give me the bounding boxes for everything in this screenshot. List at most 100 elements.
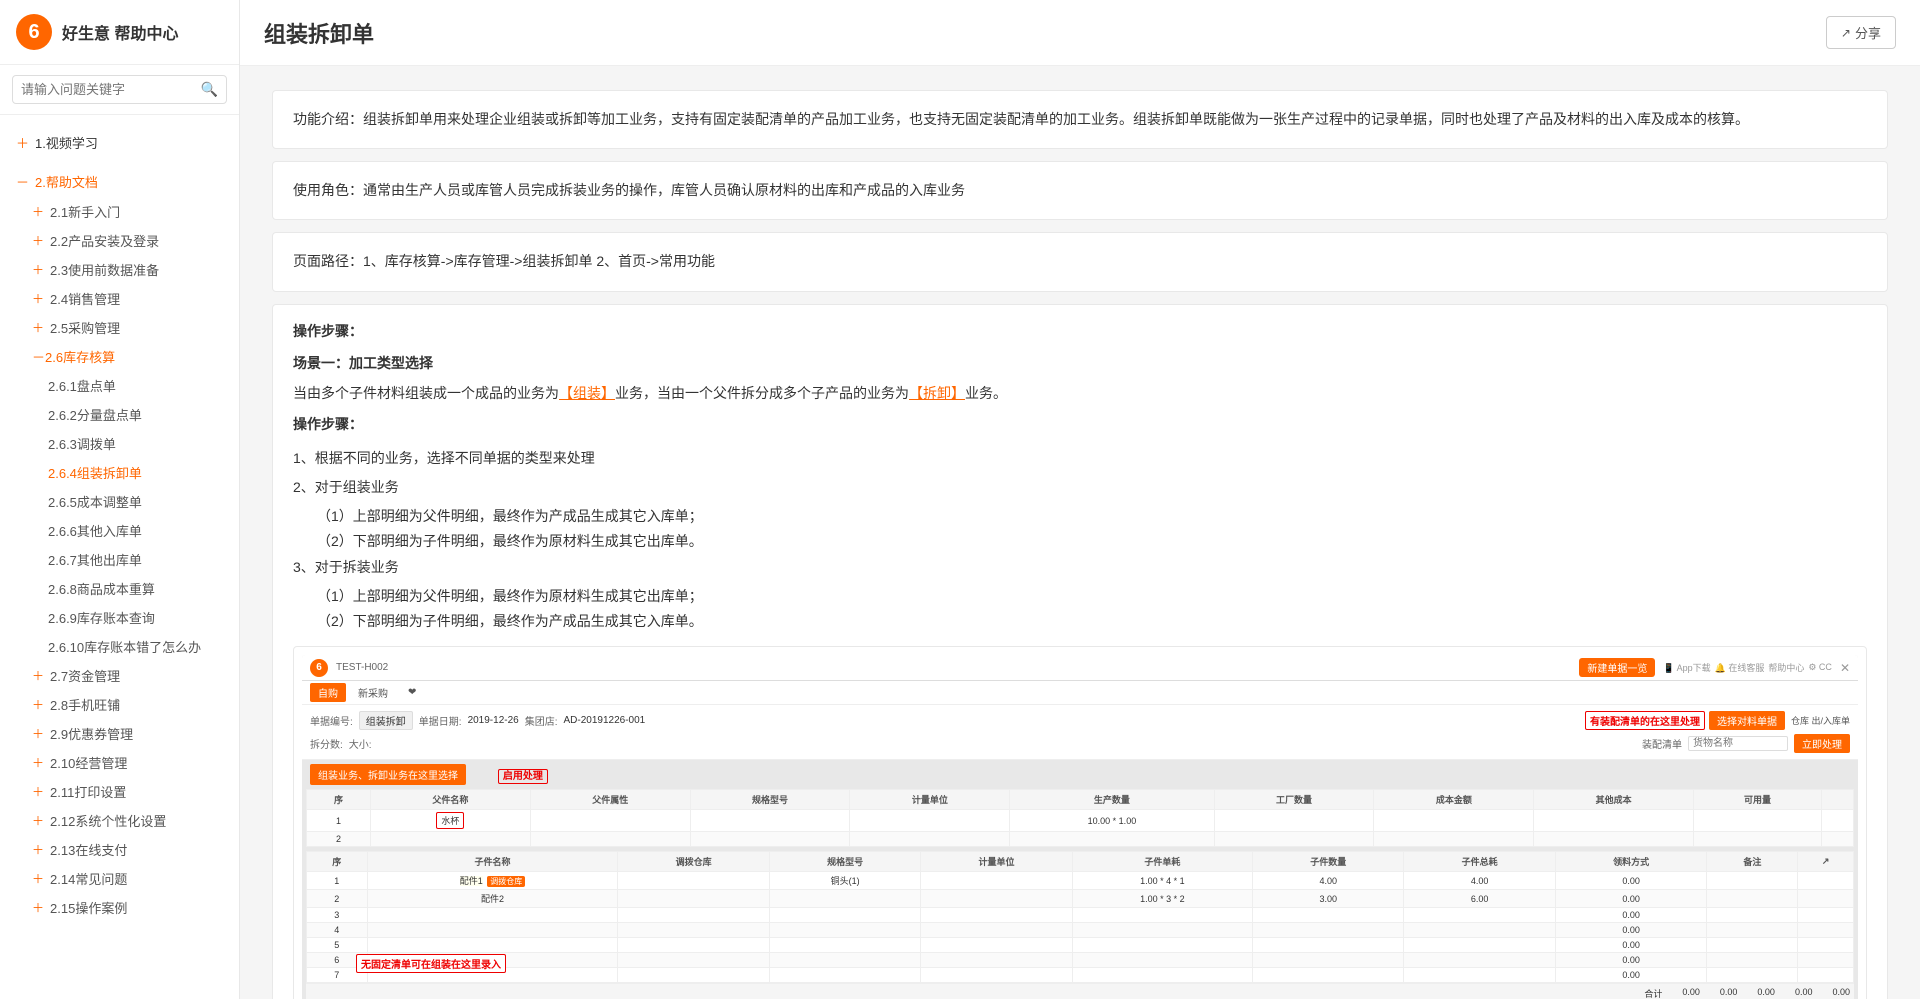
sc-form-label1: 单据编号: xyxy=(310,713,353,728)
sidebar-leaf-transfer[interactable]: 2.6.3调拨单 xyxy=(16,429,239,458)
search-input[interactable] xyxy=(21,82,201,97)
sidebar-item-sales[interactable]: ＋ 2.4销售管理 xyxy=(16,284,239,313)
th-parent-attr: 父件属性 xyxy=(530,790,690,810)
main-content: 功能介绍：组装拆卸单用来处理企业组装或拆卸等加工业务，支持有固定装配清单的产品加… xyxy=(240,66,1920,999)
sc-doc-type-select[interactable]: 组装拆卸 xyxy=(359,711,413,730)
sc-nav-active-tab[interactable]: 自购 xyxy=(310,683,346,702)
share-icon: ↗ xyxy=(1841,26,1851,40)
sc-form-label-date: 单据日期: xyxy=(419,713,462,728)
sidebar-item-help-docs[interactable]: － 2.帮助文档 xyxy=(0,166,239,197)
sidebar-item-install[interactable]: ＋ 2.2产品安装及登录 xyxy=(16,226,239,255)
step2: 2、对于组装业务 xyxy=(293,475,1867,500)
minus-icon: － xyxy=(16,172,29,191)
sidebar-item-payment[interactable]: ＋ 2.13在线支付 xyxy=(16,835,239,864)
sc-product-input[interactable]: 水杯 xyxy=(436,812,464,829)
role-section: 使用角色：通常由生产人员或库管人员完成拆装业务的操作，库管人员确认原材料的出库和… xyxy=(272,161,1888,220)
sc-footer-total1: 合计 xyxy=(1644,987,1662,999)
ops-sub-title: 操作步骤： xyxy=(293,414,1867,434)
sidebar-leaf-stocktake[interactable]: 2.6.1盘点单 xyxy=(16,371,239,400)
sc-lower-table: 序 子件名称 调拨仓库 规格型号 计量单位 子件单耗 子件数量 子件总耗 领料方… xyxy=(306,851,1854,983)
minus-icon: － xyxy=(32,347,45,366)
sidebar-item-print[interactable]: ＋ 2.11打印设置 xyxy=(16,777,239,806)
sidebar-item-customization[interactable]: ＋ 2.12系统个性化设置 xyxy=(16,806,239,835)
screenshot-inner: 6 TEST-H002 新建单据一览 📱 App下载 🔔 在线客服 帮助中心 ⚙… xyxy=(302,655,1858,999)
sc-new-doc-btn[interactable]: 新建单据一览 xyxy=(1579,658,1655,677)
sidebar-leaf-other-inbound[interactable]: 2.6.6其他入库单 xyxy=(16,516,239,545)
plus-icon: ＋ xyxy=(32,870,44,887)
sidebar-item-operations[interactable]: ＋ 2.10经营管理 xyxy=(16,748,239,777)
sc-bom-label: 装配清单 xyxy=(1642,736,1682,751)
sc-system-bar: 6 TEST-H002 新建单据一览 📱 App下载 🔔 在线客服 帮助中心 ⚙… xyxy=(302,655,1858,681)
sidebar-leaf-other-outbound[interactable]: 2.6.7其他出库单 xyxy=(16,545,239,574)
sc-topbar-id: TEST-H002 xyxy=(336,662,388,673)
nav-section-docs: － 2.帮助文档 ＋ 2.1新手入门 ＋ 2.2产品安装及登录 ＋ 2.3使用前… xyxy=(0,162,239,926)
scenario1-title: 场景一：加工类型选择 xyxy=(293,353,1867,373)
app-logo-text: 好生意 帮助中心 xyxy=(62,20,178,44)
sidebar-item-data-prep[interactable]: ＋ 2.3使用前数据准备 xyxy=(16,255,239,284)
plus-icon: ＋ xyxy=(32,812,44,829)
plus-icon: ＋ xyxy=(32,232,44,249)
sc-upper-table: 序 父件名称 父件属性 规格型号 计量单位 生产数量 工厂数量 成本金额 其他成… xyxy=(306,789,1854,847)
sidebar-leaf-ledger-error[interactable]: 2.6.10库存账本错了怎么办 xyxy=(16,632,239,661)
plus-icon: ＋ xyxy=(32,899,44,916)
plus-icon: ＋ xyxy=(32,667,44,684)
sidebar-leaf-cost-recalc[interactable]: 2.6.8商品成本重算 xyxy=(16,574,239,603)
th-action xyxy=(1821,790,1853,810)
screenshot-wrapper: 6 TEST-H002 新建单据一览 📱 App下载 🔔 在线客服 帮助中心 ⚙… xyxy=(293,646,1867,999)
lower-table-row2: 2 配件2 1.00 * 3 * 2 3.00 6.00 0.00 xyxy=(307,890,1854,908)
lower-table-row3: 3 0.00 xyxy=(307,908,1854,923)
search-icon[interactable]: 🔍 xyxy=(201,81,218,98)
sidebar-item-inventory[interactable]: － 2.6库存核算 xyxy=(16,342,239,371)
th-cost-amt: 成本金额 xyxy=(1374,790,1534,810)
sc-nav-heart[interactable]: ❤ xyxy=(400,685,424,700)
sc-annotation-area: 有装配清单的在这里处理 选择对料单据 xyxy=(1585,711,1785,730)
sc-close-icon[interactable]: ✕ xyxy=(1840,661,1850,675)
sc-form-label-shop: 集团店: xyxy=(525,713,558,728)
plus-icon: ＋ xyxy=(32,725,44,742)
sidebar-item-video-learning[interactable]: ＋ 1.视频学习 xyxy=(0,127,239,158)
sc-ok-btn[interactable]: 立即处理 xyxy=(1794,734,1850,753)
sc-form-area: 单据编号: 组装拆卸 单据日期: 2019-12-26 集团店: AD-2019… xyxy=(302,705,1858,760)
plus-icon: ＋ xyxy=(32,290,44,307)
sidebar-item-purchase[interactable]: ＋ 2.5采购管理 xyxy=(16,313,239,342)
sc-bom-input[interactable] xyxy=(1688,736,1788,751)
plus-icon: ＋ xyxy=(32,841,44,858)
sidebar-leaf-inventory-ledger[interactable]: 2.6.9库存账本查询 xyxy=(16,603,239,632)
sc-nav-new-purchase[interactable]: 新采购 xyxy=(350,683,396,702)
th-spec: 规格型号 xyxy=(690,790,850,810)
lower-table-row4: 4 0.00 xyxy=(307,923,1854,938)
share-button[interactable]: ↗ 分享 xyxy=(1826,16,1896,49)
sidebar-item-newbie[interactable]: ＋ 2.1新手入门 xyxy=(16,197,239,226)
th-seq: 序 xyxy=(307,790,371,810)
sc-upper-table-wrap: 序 父件名称 父件属性 规格型号 计量单位 生产数量 工厂数量 成本金额 其他成… xyxy=(306,789,1854,847)
step3: 3、对于拆装业务 xyxy=(293,555,1867,580)
step3-sub1: （1）上部明细为父件明细，最终作为原材料生成其它出库单； xyxy=(293,584,1867,609)
sc-annotation3-text: 启用处理 xyxy=(498,769,548,784)
sc-footer-val3: 0.00 xyxy=(1757,987,1775,999)
lower-table-row6: 6 0.00 xyxy=(307,953,1854,968)
sc-nav-row: 自购 新采购 ❤ xyxy=(302,681,1858,705)
step3-sub2: （2）下部明细为子件明细，最终作为产成品生成其它入库单。 xyxy=(293,609,1867,634)
th-prod-qty: 生产数量 xyxy=(1010,790,1214,810)
sc-save-btn[interactable]: 选择对料单据 xyxy=(1709,711,1785,730)
sidebar-leaf-partial-stocktake[interactable]: 2.6.2分量盘点单 xyxy=(16,400,239,429)
sidebar-leaf-cost-adjust[interactable]: 2.6.5成本调整单 xyxy=(16,487,239,516)
sidebar-item-coupon[interactable]: ＋ 2.9优惠券管理 xyxy=(16,719,239,748)
sidebar-leaf-assembly[interactable]: 2.6.4组装拆卸单 xyxy=(16,458,239,487)
sc-inline-btn[interactable]: 调拨仓库 xyxy=(487,876,525,887)
sidebar-item-finance[interactable]: ＋ 2.7资金管理 xyxy=(16,661,239,690)
sidebar-item-cases[interactable]: ＋ 2.15操作案例 xyxy=(16,893,239,922)
scenario1-desc: 当由多个子件材料组装成一个成品的业务为【组装】业务，当由一个父件拆分成多个子产品… xyxy=(293,381,1867,406)
th-avail: 可用量 xyxy=(1694,790,1822,810)
lower-table-row7: 7 0.00 xyxy=(307,968,1854,983)
plus-icon: ＋ xyxy=(32,754,44,771)
sidebar-item-faq[interactable]: ＋ 2.14常见问题 xyxy=(16,864,239,893)
sidebar-item-mobile[interactable]: ＋ 2.8手机旺铺 xyxy=(16,690,239,719)
plus-icon: ＋ xyxy=(32,261,44,278)
sc-footer-val5: 0.00 xyxy=(1832,987,1850,999)
sc-footer-val4: 0.00 xyxy=(1795,987,1813,999)
step1: 1、根据不同的业务，选择不同单据的类型来处理 xyxy=(293,446,1867,471)
sc-annotation2-wrap: 组装业务、拆卸业务在这里选择 启用处理 xyxy=(302,760,1858,789)
sc-count-label2: 大小: xyxy=(349,736,372,751)
sidebar: 6 好生意 帮助中心 🔍 ＋ 1.视频学习 － 2.帮助文档 ＋ xyxy=(0,0,240,999)
